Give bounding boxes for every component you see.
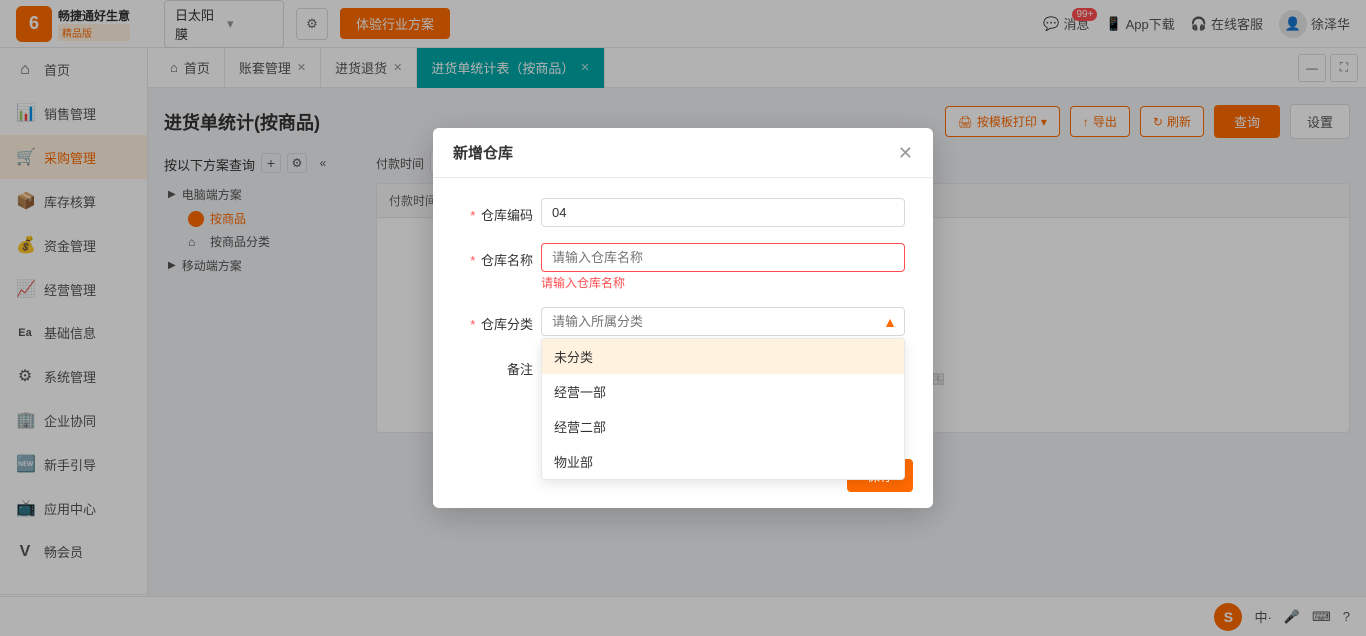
notes-label: 备注	[461, 352, 541, 378]
form-row-name: * 仓库名称 请输入仓库名称	[461, 243, 905, 291]
name-error-message: 请输入仓库名称	[541, 274, 905, 291]
required-icon: *	[470, 253, 475, 268]
modal-overlay: 新增仓库 ✕ * 仓库编码 * 仓库名称	[0, 0, 1366, 636]
category-input-wrap: ▲ 未分类 经营一部 经营二部 物业部	[541, 307, 905, 336]
name-label: * 仓库名称	[461, 243, 541, 269]
form-row-category: * 仓库分类 ▲ 未分类 经营一部 经营二部 物业部	[461, 307, 905, 336]
required-icon: *	[470, 317, 475, 332]
modal-header: 新增仓库 ✕	[433, 128, 933, 178]
dropdown-item-dept1[interactable]: 经营一部	[542, 374, 904, 409]
code-input-wrap	[541, 198, 905, 227]
modal-title: 新增仓库	[453, 142, 898, 163]
modal-close-button[interactable]: ✕	[898, 144, 913, 162]
category-input[interactable]	[541, 307, 905, 336]
dropdown-toggle-icon[interactable]: ▲	[883, 314, 897, 330]
code-input[interactable]	[541, 198, 905, 227]
code-label: * 仓库编码	[461, 198, 541, 224]
category-dropdown: 未分类 经营一部 经营二部 物业部	[541, 338, 905, 480]
name-input-wrap: 请输入仓库名称	[541, 243, 905, 291]
form-row-code: * 仓库编码	[461, 198, 905, 227]
new-warehouse-modal: 新增仓库 ✕ * 仓库编码 * 仓库名称	[433, 128, 933, 508]
category-label: * 仓库分类	[461, 307, 541, 333]
dropdown-item-uncategorized[interactable]: 未分类	[542, 339, 904, 374]
required-icon: *	[470, 208, 475, 223]
name-input[interactable]	[541, 243, 905, 272]
dropdown-item-property[interactable]: 物业部	[542, 444, 904, 479]
modal-body: * 仓库编码 * 仓库名称 请输入仓库名称	[433, 178, 933, 447]
dropdown-item-dept2[interactable]: 经营二部	[542, 409, 904, 444]
